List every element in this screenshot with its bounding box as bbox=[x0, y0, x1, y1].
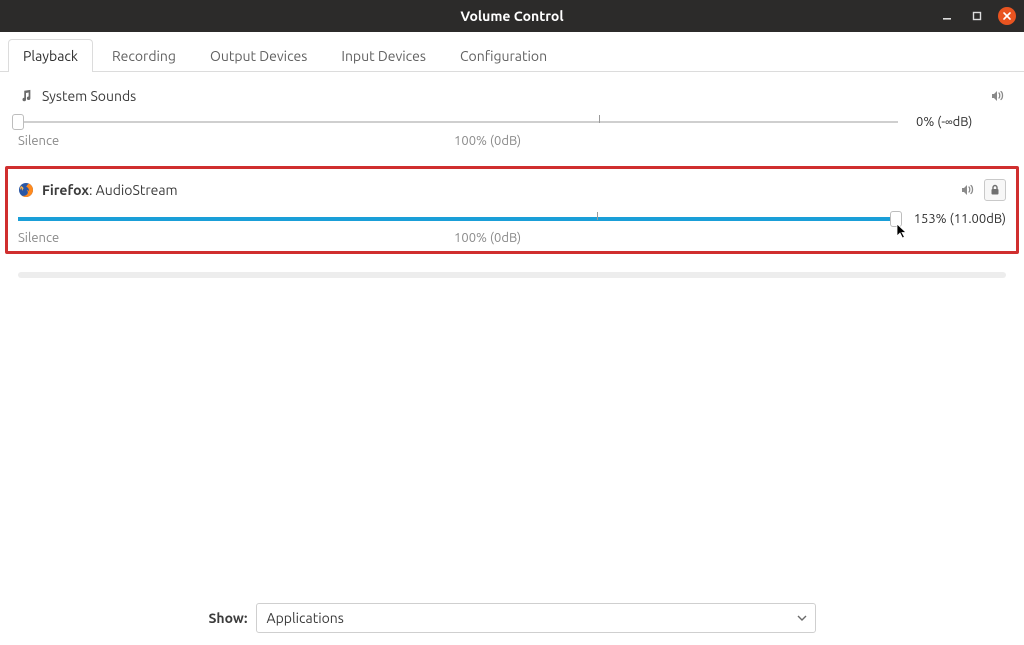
scale-label-spacer bbox=[916, 231, 1006, 245]
volume-readout: 0% (-∞dB) bbox=[916, 115, 1006, 129]
scale-label-spacer bbox=[916, 134, 1006, 148]
minimize-button[interactable] bbox=[938, 7, 956, 25]
scale-label-100: 100% (0dB) bbox=[59, 231, 916, 245]
scale-label-silence: Silence bbox=[18, 231, 59, 245]
tab-label: Input Devices bbox=[341, 48, 426, 64]
maximize-button[interactable] bbox=[968, 7, 986, 25]
tabs: Playback Recording Output Devices Input … bbox=[0, 32, 1024, 72]
volume-readout: 153% (11.00dB) bbox=[914, 212, 1006, 226]
mute-button[interactable] bbox=[990, 88, 1006, 104]
firefox-icon bbox=[18, 182, 34, 198]
stream-app-name: Firefox bbox=[42, 182, 89, 198]
stream-title-separator: : bbox=[89, 182, 96, 198]
stream-header: System Sounds bbox=[18, 88, 1006, 104]
stream-actions bbox=[990, 88, 1006, 104]
music-note-icon bbox=[18, 88, 34, 104]
scale-label-100: 100% (0dB) bbox=[59, 134, 916, 148]
tab-label: Recording bbox=[112, 48, 176, 64]
lock-channels-button[interactable] bbox=[984, 179, 1006, 201]
mute-button[interactable] bbox=[960, 182, 976, 198]
scale-labels: Silence 100% (0dB) bbox=[18, 231, 1006, 245]
tab-label: Playback bbox=[23, 48, 78, 64]
window-controls bbox=[938, 0, 1016, 32]
scale-labels: Silence 100% (0dB) bbox=[18, 134, 1006, 148]
stream-header: Firefox: AudioStream bbox=[18, 179, 1006, 201]
stream-actions bbox=[960, 179, 1006, 201]
tab-input-devices[interactable]: Input Devices bbox=[326, 39, 441, 72]
slider-track bbox=[18, 121, 898, 123]
slider-thumb[interactable] bbox=[12, 114, 24, 130]
tab-configuration[interactable]: Configuration bbox=[445, 39, 562, 72]
tab-output-devices[interactable]: Output Devices bbox=[195, 39, 322, 72]
scale-label-silence: Silence bbox=[18, 134, 59, 148]
show-label: Show: bbox=[208, 610, 247, 626]
tab-label: Configuration bbox=[460, 48, 547, 64]
slider-tick-100 bbox=[599, 115, 600, 123]
window-title: Volume Control bbox=[460, 8, 563, 24]
slider-row: 0% (-∞dB) bbox=[18, 112, 1006, 132]
dropdown-value: Applications bbox=[267, 610, 344, 626]
stream-name: AudioStream bbox=[96, 182, 178, 198]
stream-system-sounds: System Sounds 0% (-∞dB) Silence 100% (0d… bbox=[18, 88, 1006, 148]
bottom-bar: Show: Applications bbox=[0, 603, 1024, 633]
slider-thumb[interactable] bbox=[890, 211, 902, 227]
show-dropdown[interactable]: Applications bbox=[256, 603, 816, 633]
tab-recording[interactable]: Recording bbox=[97, 39, 191, 72]
volume-slider[interactable] bbox=[18, 209, 896, 229]
slider-row: 153% (11.00dB) bbox=[18, 209, 1006, 229]
chevron-down-icon bbox=[797, 613, 807, 623]
slider-tick-100 bbox=[597, 212, 598, 220]
playback-content: System Sounds 0% (-∞dB) Silence 100% (0d… bbox=[0, 72, 1024, 602]
stream-title: System Sounds bbox=[42, 88, 136, 104]
horizontal-scrollbar[interactable] bbox=[18, 272, 1006, 278]
close-button[interactable] bbox=[998, 7, 1016, 25]
tab-playback[interactable]: Playback bbox=[8, 39, 93, 72]
stream-title: Firefox: AudioStream bbox=[42, 182, 178, 198]
slider-fill bbox=[18, 217, 896, 221]
tab-label: Output Devices bbox=[210, 48, 307, 64]
stream-app-name: System Sounds bbox=[42, 88, 136, 104]
stream-firefox: Firefox: AudioStream 153% bbox=[5, 166, 1019, 254]
volume-slider[interactable] bbox=[18, 112, 898, 132]
titlebar: Volume Control bbox=[0, 0, 1024, 32]
